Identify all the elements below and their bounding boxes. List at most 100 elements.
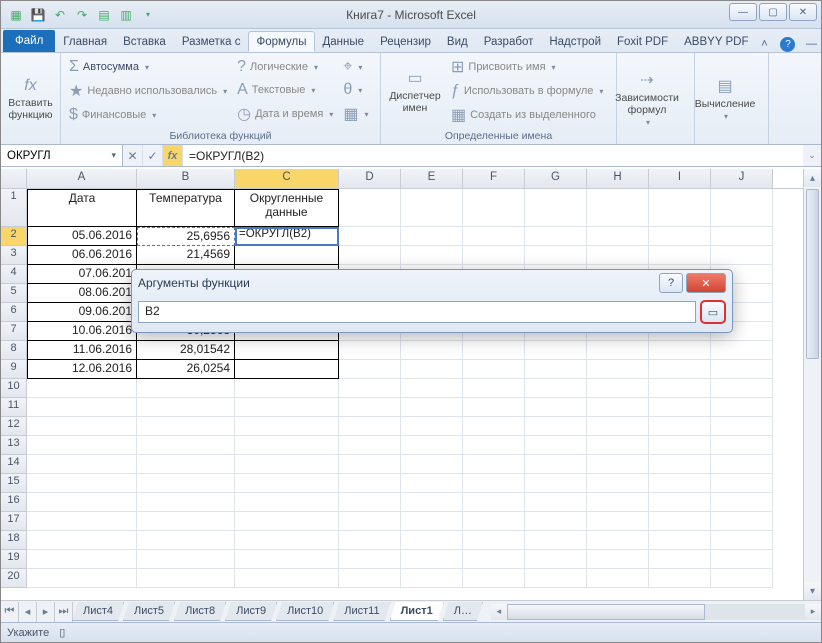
cell[interactable] [649, 189, 711, 227]
cell[interactable] [649, 417, 711, 436]
hscroll-thumb[interactable] [507, 604, 705, 620]
tab-addins[interactable]: Надстрой [541, 31, 609, 52]
cell[interactable] [649, 360, 711, 379]
cell[interactable] [339, 360, 401, 379]
sheet-prev-icon[interactable]: ◂ [19, 602, 37, 622]
col-header[interactable]: B [137, 169, 235, 188]
cell[interactable]: =ОКРУГЛ(B2) [235, 227, 339, 246]
dialog-help-button[interactable]: ? [659, 273, 683, 293]
cell[interactable] [649, 341, 711, 360]
cell[interactable]: 05.06.2016 [27, 227, 137, 246]
formula-dependencies-button[interactable]: ⇢Зависимости формул▾ [621, 55, 673, 142]
cell[interactable]: 28,01542 [137, 341, 235, 360]
cell[interactable] [587, 227, 649, 246]
cell[interactable] [235, 569, 339, 588]
cell[interactable] [463, 512, 525, 531]
worksheet-grid[interactable]: A B C D E F G H I J 1ДатаТемператураОкру… [1, 169, 803, 600]
scroll-right-icon[interactable]: ▸ [805, 604, 821, 620]
cell[interactable] [649, 246, 711, 265]
col-header[interactable]: I [649, 169, 711, 188]
redo-icon[interactable]: ↷ [73, 6, 91, 24]
lookup-button[interactable]: ⌖▾ [339, 56, 372, 78]
save-icon[interactable]: 💾 [29, 6, 47, 24]
row-header[interactable]: 2 [1, 227, 27, 246]
enter-formula-button[interactable]: ✓ [143, 145, 163, 166]
row-header[interactable]: 4 [1, 265, 27, 284]
cell[interactable] [339, 417, 401, 436]
datetime-button[interactable]: ◷Дата и время▾ [233, 102, 337, 126]
col-header[interactable]: F [463, 169, 525, 188]
scroll-thumb[interactable] [806, 189, 819, 359]
name-manager-button[interactable]: ▭ Диспетчер имен [385, 55, 445, 127]
cell[interactable] [649, 379, 711, 398]
cell[interactable] [711, 227, 773, 246]
cell[interactable] [649, 474, 711, 493]
cell[interactable] [649, 550, 711, 569]
col-header[interactable]: A [27, 169, 137, 188]
cell[interactable] [587, 398, 649, 417]
row-header[interactable]: 13 [1, 436, 27, 455]
select-all-corner[interactable] [1, 169, 27, 188]
macro-record-icon[interactable]: ▯ [59, 626, 65, 639]
cell[interactable]: 21,4569 [137, 246, 235, 265]
ribbon-minimize-icon[interactable]: ˄ [756, 36, 772, 52]
cell[interactable] [339, 531, 401, 550]
cell[interactable] [711, 493, 773, 512]
tab-abbyy[interactable]: ABBYY PDF [676, 31, 756, 52]
cell[interactable] [463, 550, 525, 569]
row-header[interactable]: 15 [1, 474, 27, 493]
cell[interactable] [137, 417, 235, 436]
cell[interactable]: 10.06.2016 [27, 322, 137, 341]
cell[interactable] [711, 550, 773, 569]
cell[interactable] [463, 455, 525, 474]
cell[interactable] [525, 189, 587, 227]
cell[interactable] [137, 379, 235, 398]
maximize-button[interactable]: ▢ [759, 3, 787, 21]
dialog-close-button[interactable]: ✕ [686, 273, 726, 293]
cell[interactable] [587, 569, 649, 588]
undo-icon[interactable]: ↶ [51, 6, 69, 24]
calculation-button[interactable]: ▤Вычисление▾ [699, 55, 751, 142]
cell[interactable] [711, 531, 773, 550]
chevron-down-icon[interactable]: ▾ [111, 150, 116, 161]
cell[interactable] [235, 436, 339, 455]
dialog-range-input[interactable]: B2 [138, 301, 696, 323]
cell[interactable]: Температура [137, 189, 235, 227]
cell[interactable]: 07.06.201 [27, 265, 137, 284]
cell[interactable] [339, 436, 401, 455]
cell[interactable] [137, 474, 235, 493]
cell[interactable] [137, 512, 235, 531]
cell[interactable] [711, 569, 773, 588]
sheet-tab[interactable]: Лист5 [123, 602, 175, 621]
cell[interactable] [525, 227, 587, 246]
cell[interactable] [339, 246, 401, 265]
cell[interactable] [711, 512, 773, 531]
sheet-tab-overflow[interactable]: Л… [443, 602, 483, 621]
cell[interactable] [525, 493, 587, 512]
cell[interactable] [587, 512, 649, 531]
cell[interactable] [339, 398, 401, 417]
cell[interactable] [525, 341, 587, 360]
cell[interactable] [27, 455, 137, 474]
cell[interactable] [711, 360, 773, 379]
cell[interactable] [137, 531, 235, 550]
cell[interactable] [525, 455, 587, 474]
cell[interactable] [235, 417, 339, 436]
cell[interactable] [525, 417, 587, 436]
cell[interactable] [27, 379, 137, 398]
cell[interactable]: 11.06.2016 [27, 341, 137, 360]
cell[interactable] [339, 189, 401, 227]
math-button[interactable]: θ▾ [339, 79, 372, 101]
logical-button[interactable]: ?Логические▾ [233, 56, 337, 78]
cell[interactable] [587, 417, 649, 436]
cell[interactable] [401, 341, 463, 360]
cell[interactable] [27, 569, 137, 588]
cell[interactable] [27, 398, 137, 417]
cancel-formula-button[interactable]: ✕ [123, 145, 143, 166]
cell[interactable] [137, 436, 235, 455]
cell[interactable]: 09.06.201 [27, 303, 137, 322]
name-box[interactable]: ОКРУГЛ ▾ [1, 145, 123, 166]
cell[interactable] [525, 474, 587, 493]
sheet-tab[interactable]: Лист11 [333, 602, 390, 621]
row-header[interactable]: 14 [1, 455, 27, 474]
